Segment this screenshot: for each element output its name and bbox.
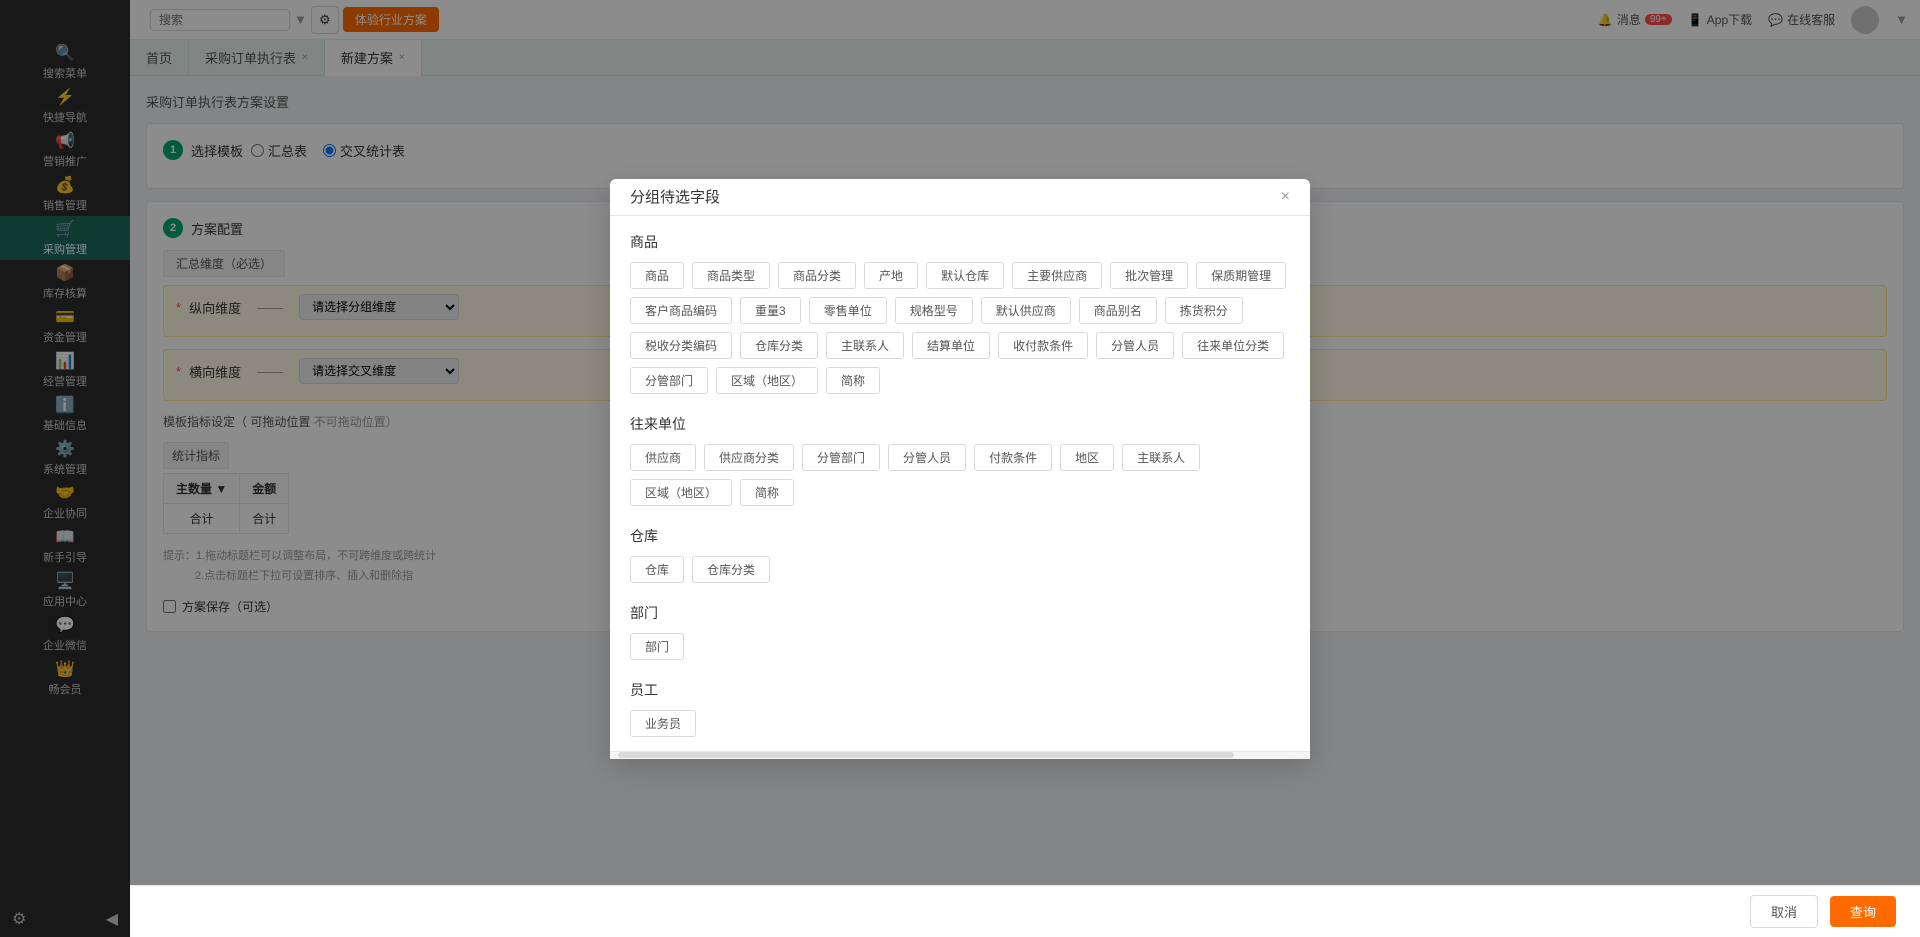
modal-horizontal-scrollbar[interactable] [610,751,1310,759]
field-tag-goods-type[interactable]: 商品类型 [692,262,770,289]
field-select-modal: 分组待选字段 × 商品 商品 商品类型 商品分类 产地 默认仓库 主要供应商 批… [610,179,1310,759]
field-tags-employee: 业务员 [630,710,1290,737]
field-tag-region2[interactable]: 区域（地区） [630,479,732,506]
field-section-goods-title: 商品 [630,232,1290,252]
modal-header: 分组待选字段 × [610,179,1310,216]
modal-overlay: 分组待选字段 × 商品 商品 商品类型 商品分类 产地 默认仓库 主要供应商 批… [0,0,1920,937]
field-tag-pick-points[interactable]: 拣货积分 [1165,297,1243,324]
field-tag-default-warehouse[interactable]: 默认仓库 [926,262,1004,289]
field-tag-goods-alias[interactable]: 商品别名 [1079,297,1157,324]
field-tags-partner: 供应商 供应商分类 分管部门 分管人员 付款条件 地区 主联系人 区域（地区） … [630,444,1290,506]
field-section-warehouse-title: 仓库 [630,526,1290,546]
modal-title: 分组待选字段 [630,186,720,207]
field-tag-warehouse-cat[interactable]: 仓库分类 [692,556,770,583]
field-tag-spec-model[interactable]: 规格型号 [895,297,973,324]
field-tag-warehouse-category[interactable]: 仓库分类 [740,332,818,359]
field-tag-abbr1[interactable]: 简称 [826,367,880,394]
cancel-button[interactable]: 取消 [1750,895,1818,928]
field-tag-main-contact2[interactable]: 主联系人 [1122,444,1200,471]
field-section-employee: 员工 业务员 [630,680,1290,737]
field-tags-goods: 商品 商品类型 商品分类 产地 默认仓库 主要供应商 批次管理 保质期管理 客户… [630,262,1290,394]
field-tag-batch-mgmt[interactable]: 批次管理 [1110,262,1188,289]
field-tags-warehouse: 仓库 仓库分类 [630,556,1290,583]
field-tag-dept-mgmt2[interactable]: 分管部门 [802,444,880,471]
field-tag-main-supplier[interactable]: 主要供应商 [1012,262,1102,289]
field-section-dept-title: 部门 [630,603,1290,623]
modal-close-button[interactable]: × [1281,188,1290,206]
field-tag-supplier[interactable]: 供应商 [630,444,696,471]
scrollbar-track [618,752,1234,758]
field-tag-abbr2[interactable]: 简称 [740,479,794,506]
field-section-warehouse: 仓库 仓库 仓库分类 [630,526,1290,583]
field-tag-manager2[interactable]: 分管人员 [888,444,966,471]
field-tag-shelf-life[interactable]: 保质期管理 [1196,262,1286,289]
field-tag-payment-cond[interactable]: 付款条件 [974,444,1052,471]
field-tag-warehouse[interactable]: 仓库 [630,556,684,583]
field-section-dept: 部门 部门 [630,603,1290,660]
field-tag-origin[interactable]: 产地 [864,262,918,289]
field-tag-goods-category[interactable]: 商品分类 [778,262,856,289]
field-tag-default-supplier[interactable]: 默认供应商 [981,297,1071,324]
field-tag-weight3[interactable]: 重量3 [740,297,801,324]
field-tag-payment-terms[interactable]: 收付款条件 [998,332,1088,359]
field-section-partner-title: 往来单位 [630,414,1290,434]
field-tag-goods[interactable]: 商品 [630,262,684,289]
confirm-button[interactable]: 查询 [1830,896,1896,927]
field-tag-partner-category[interactable]: 往来单位分类 [1182,332,1284,359]
field-tag-dept[interactable]: 部门 [630,633,684,660]
field-tags-dept: 部门 [630,633,1290,660]
field-section-goods: 商品 商品 商品类型 商品分类 产地 默认仓库 主要供应商 批次管理 保质期管理… [630,232,1290,394]
field-tag-dept-mgmt[interactable]: 分管部门 [630,367,708,394]
field-tag-manager[interactable]: 分管人员 [1096,332,1174,359]
field-section-employee-title: 员工 [630,680,1290,700]
field-tag-settlement-unit[interactable]: 结算单位 [912,332,990,359]
field-tag-retail-unit[interactable]: 零售单位 [809,297,887,324]
field-tag-tax-code[interactable]: 税收分类编码 [630,332,732,359]
field-section-partner: 往来单位 供应商 供应商分类 分管部门 分管人员 付款条件 地区 主联系人 区域… [630,414,1290,506]
field-tag-supplier-category[interactable]: 供应商分类 [704,444,794,471]
field-tag-salesperson[interactable]: 业务员 [630,710,696,737]
bottom-bar: 取消 查询 [130,885,1920,937]
modal-body: 商品 商品 商品类型 商品分类 产地 默认仓库 主要供应商 批次管理 保质期管理… [610,216,1310,751]
field-tag-region1[interactable]: 区域（地区） [716,367,818,394]
field-tag-main-contact[interactable]: 主联系人 [826,332,904,359]
field-tag-area[interactable]: 地区 [1060,444,1114,471]
field-tag-customer-code[interactable]: 客户商品编码 [630,297,732,324]
